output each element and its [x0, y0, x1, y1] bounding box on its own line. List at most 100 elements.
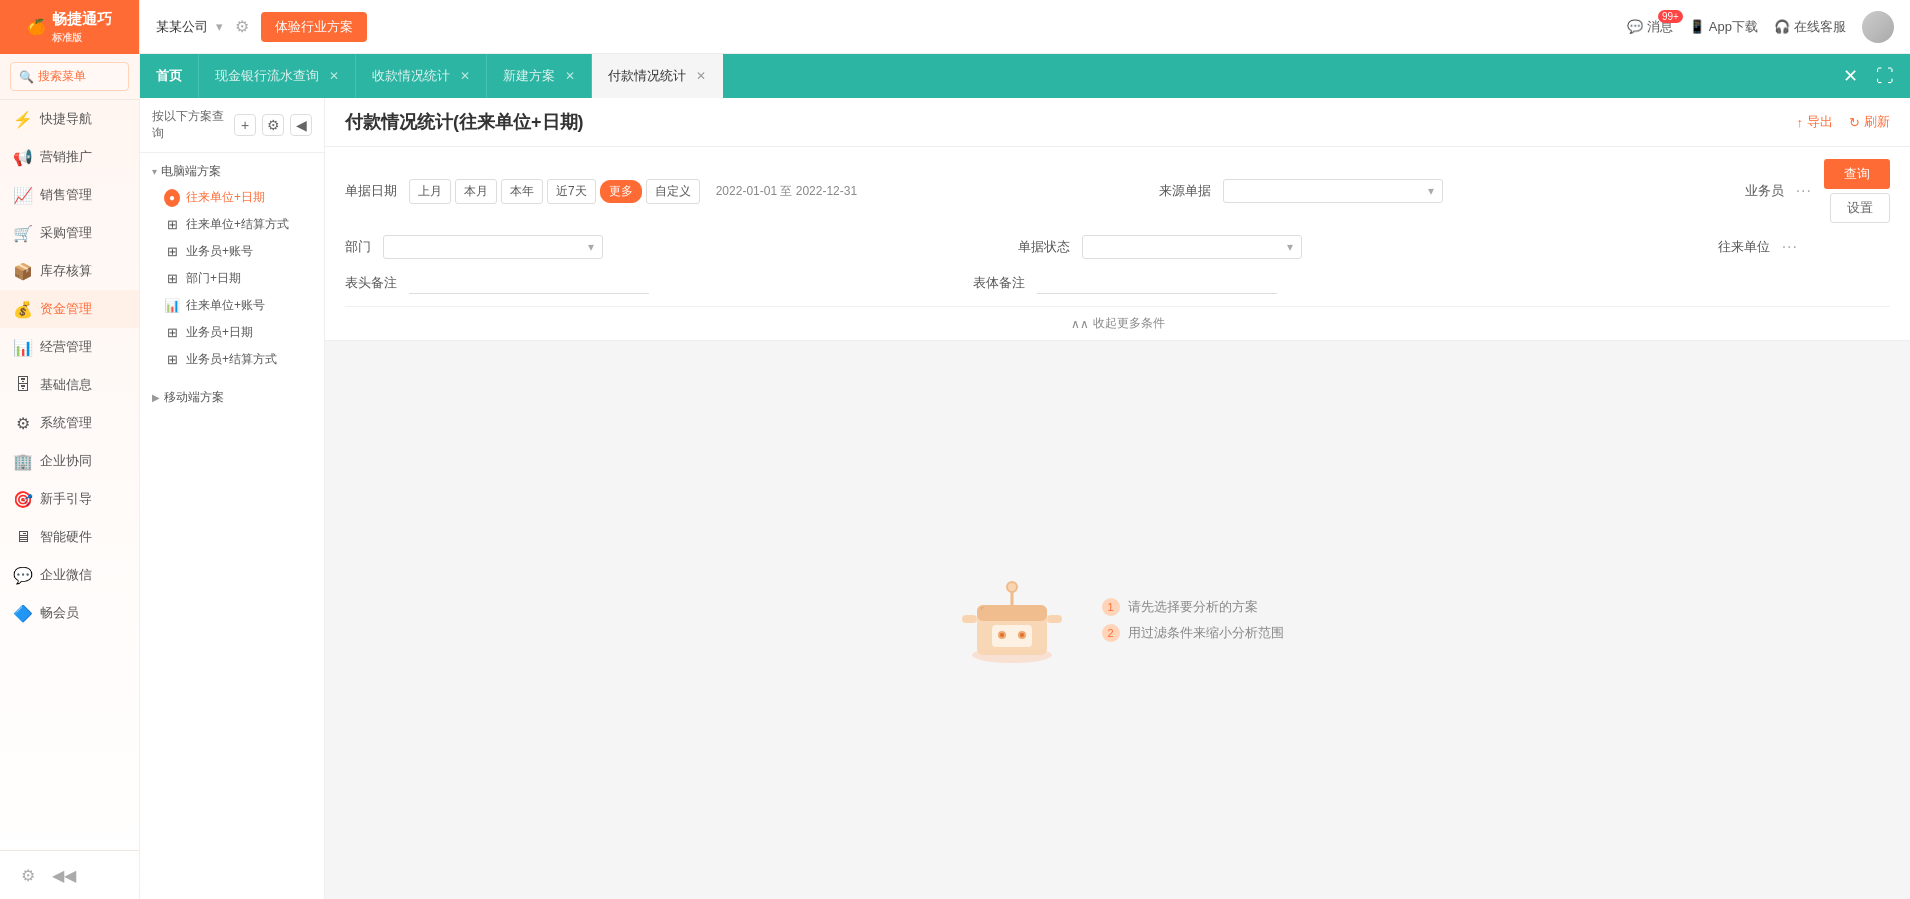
- collapse-sidebar-button[interactable]: ◀◀: [50, 861, 78, 889]
- message-button[interactable]: 💬 消息 99+: [1627, 18, 1673, 36]
- this-year-btn[interactable]: 本年: [501, 179, 543, 204]
- filter-area: 单据日期 上月 本月 本年 近7天 更多 自定义 2022-01-01 至 20…: [325, 147, 1910, 341]
- sidebar: 🍊 畅捷通巧 标准版 🔍 搜索菜单 ⚡ 快捷导航 📢 营销推广 📈 销售管理 🛒…: [0, 0, 140, 899]
- sidebar-item-member[interactable]: 🔷 畅会员: [0, 594, 139, 632]
- sidebar-item-inventory[interactable]: 📦 库存核算: [0, 252, 139, 290]
- this-month-btn[interactable]: 本月: [455, 179, 497, 204]
- dept-select[interactable]: ▾: [383, 235, 603, 259]
- sidebar-item-label: 新手引导: [40, 490, 92, 508]
- filter-row-2: 部门 ▾ 单据状态 ▾ 往来单位 ···: [345, 235, 1890, 259]
- company-chevron-icon[interactable]: ▾: [216, 19, 223, 34]
- table-header-note-input[interactable]: [409, 271, 649, 294]
- more-date-btn[interactable]: 更多: [600, 180, 642, 203]
- scheme-item-unit-account[interactable]: 📊 往来单位+账号: [140, 292, 324, 319]
- refresh-button[interactable]: ↻ 刷新: [1849, 113, 1890, 131]
- topbar: 某某公司 ▾ ⚙ 体验行业方案 💬 消息 99+ 📱 App下载 🎧 在线客服: [140, 0, 1910, 54]
- tab-home[interactable]: 首页: [140, 54, 199, 98]
- sidebar-item-system[interactable]: ⚙ 系统管理: [0, 404, 139, 442]
- scheme-item-staff-account[interactable]: ⊞ 业务员+账号: [140, 238, 324, 265]
- empty-text-container: 1 请先选择要分析的方案 2 用过滤条件来缩小分析范围: [1102, 598, 1284, 642]
- maximize-button[interactable]: ⛶: [1872, 62, 1898, 91]
- marketing-icon: 📢: [14, 148, 32, 166]
- last-month-btn[interactable]: 上月: [409, 179, 451, 204]
- payments-close-icon[interactable]: ✕: [696, 69, 706, 83]
- table-body-note-input[interactable]: [1037, 271, 1277, 294]
- scheme-item-dept-date[interactable]: ⊞ 部门+日期: [140, 265, 324, 292]
- table-header-note-label: 表头备注: [345, 274, 397, 292]
- export-button[interactable]: ↑ 导出: [1797, 113, 1834, 131]
- search-menu-button[interactable]: 🔍 搜索菜单: [10, 62, 129, 91]
- sidebar-item-marketing[interactable]: 📢 营销推广: [0, 138, 139, 176]
- staff-filter-label: 业务员: [1745, 182, 1784, 200]
- svg-point-6: [1000, 633, 1004, 637]
- sidebar-item-purchase[interactable]: 🛒 采购管理: [0, 214, 139, 252]
- tab-new-scheme[interactable]: 新建方案 ✕: [487, 54, 592, 98]
- filter-settings-button[interactable]: 设置: [1830, 193, 1890, 223]
- new-scheme-close-icon[interactable]: ✕: [565, 69, 575, 83]
- refresh-label: 刷新: [1864, 113, 1890, 131]
- partner-filter-dots[interactable]: ···: [1782, 238, 1798, 256]
- sidebar-item-sales[interactable]: 📈 销售管理: [0, 176, 139, 214]
- active-scheme-dot-icon: ●: [164, 190, 180, 206]
- topbar-gear-icon[interactable]: ⚙: [235, 17, 249, 36]
- sidebar-item-label: 营销推广: [40, 148, 92, 166]
- enterprise-icon: 🏢: [14, 452, 32, 470]
- settings-bottom-button[interactable]: ⚙: [14, 861, 42, 889]
- source-select[interactable]: ▾: [1223, 179, 1443, 203]
- new-scheme-tab-label: 新建方案: [503, 67, 555, 85]
- logo-icon: 🍊: [27, 18, 46, 36]
- logo-sub: 标准版: [52, 31, 112, 45]
- phone-icon: 📱: [1689, 19, 1705, 34]
- sidebar-item-label: 采购管理: [40, 224, 92, 242]
- date-options: 上月 本月 本年 近7天 更多 自定义: [409, 179, 700, 204]
- empty-illustration: ⌜: [952, 570, 1072, 670]
- bank-flow-close-icon[interactable]: ✕: [329, 69, 339, 83]
- app-download-button[interactable]: 📱 App下载: [1689, 18, 1758, 36]
- customer-service-label: 在线客服: [1794, 18, 1846, 36]
- close-all-tabs-button[interactable]: ✕: [1839, 61, 1862, 91]
- mobile-section-toggle[interactable]: ▶ 移动端方案: [140, 385, 324, 410]
- desktop-scheme-section: ▾ 电脑端方案 ● 往来单位+日期 ⊞ 往来单位+结算方式 ⊞ 业务员+账号: [140, 153, 324, 379]
- add-scheme-button[interactable]: +: [234, 114, 256, 136]
- collapse-scheme-panel-button[interactable]: ◀: [290, 114, 312, 136]
- desktop-section-toggle[interactable]: ▾ 电脑端方案: [140, 159, 324, 184]
- custom-date-btn[interactable]: 自定义: [646, 179, 700, 204]
- filter-row-1: 单据日期 上月 本月 本年 近7天 更多 自定义 2022-01-01 至 20…: [345, 159, 1890, 223]
- sidebar-item-guide[interactable]: 🎯 新手引导: [0, 480, 139, 518]
- hardware-icon: 🖥: [14, 528, 32, 546]
- voucher-status-select[interactable]: ▾: [1082, 235, 1302, 259]
- mobile-section-label: 移动端方案: [164, 389, 224, 406]
- quick-nav-icon: ⚡: [14, 110, 32, 128]
- sidebar-bottom: ⚙ ◀◀: [0, 850, 139, 899]
- collapse-filter-button[interactable]: ∧∧ 收起更多条件: [345, 306, 1890, 340]
- user-avatar[interactable]: [1862, 11, 1894, 43]
- query-button[interactable]: 查询: [1824, 159, 1890, 189]
- tab-payments[interactable]: 付款情况统计 ✕: [592, 54, 723, 98]
- scheme-settings-button[interactable]: ⚙: [262, 114, 284, 136]
- last-7days-btn[interactable]: 近7天: [547, 179, 596, 204]
- sidebar-item-wechat[interactable]: 💬 企业微信: [0, 556, 139, 594]
- scheme-item-unit-date[interactable]: ● 往来单位+日期: [140, 184, 324, 211]
- sidebar-item-label: 经营管理: [40, 338, 92, 356]
- scheme-item-staff-date[interactable]: ⊞ 业务员+日期: [140, 319, 324, 346]
- sidebar-item-finance[interactable]: 💰 资金管理: [0, 290, 139, 328]
- sidebar-item-enterprise[interactable]: 🏢 企业协同: [0, 442, 139, 480]
- tab-receipts[interactable]: 收款情况统计 ✕: [356, 54, 487, 98]
- table-body-note-label: 表体备注: [973, 274, 1025, 292]
- sidebar-item-basic[interactable]: 🗄 基础信息: [0, 366, 139, 404]
- staff-filter-dots[interactable]: ···: [1796, 182, 1812, 200]
- partner-filter-label: 往来单位: [1718, 238, 1770, 256]
- sidebar-item-quick-nav[interactable]: ⚡ 快捷导航: [0, 100, 139, 138]
- scheme-item-unit-settle[interactable]: ⊞ 往来单位+结算方式: [140, 211, 324, 238]
- receipts-close-icon[interactable]: ✕: [460, 69, 470, 83]
- svg-text:⌜: ⌜: [980, 606, 985, 617]
- customer-service-button[interactable]: 🎧 在线客服: [1774, 18, 1846, 36]
- trial-button[interactable]: 体验行业方案: [261, 12, 367, 42]
- sidebar-logo: 🍊 畅捷通巧 标准版: [0, 0, 139, 54]
- tab-bank-flow[interactable]: 现金银行流水查询 ✕: [199, 54, 356, 98]
- scheme-item-staff-settle[interactable]: ⊞ 业务员+结算方式: [140, 346, 324, 373]
- sidebar-item-hardware[interactable]: 🖥 智能硬件: [0, 518, 139, 556]
- scheme-panel: 按以下方案查询 + ⚙ ◀ ▾ 电脑端方案 ● 往来单位+日期 ⊞: [140, 98, 325, 899]
- sidebar-item-operation[interactable]: 📊 经营管理: [0, 328, 139, 366]
- search-icon: 🔍: [19, 70, 34, 84]
